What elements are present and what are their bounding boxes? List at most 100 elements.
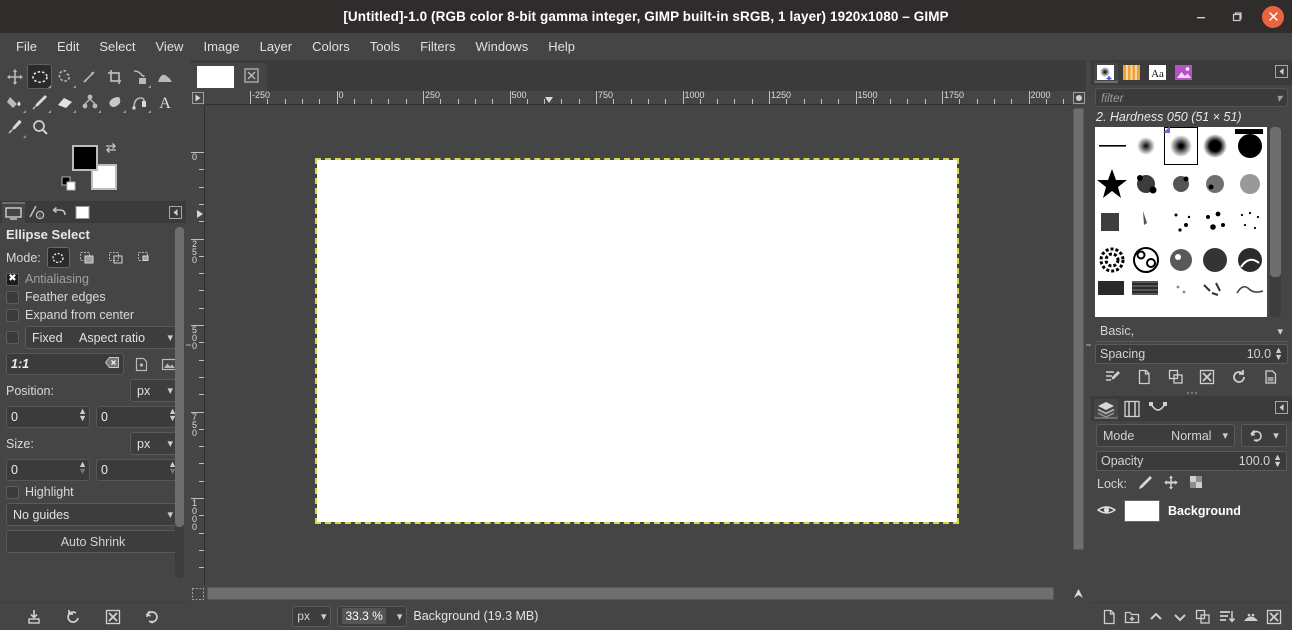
eraser-tool[interactable] bbox=[52, 89, 77, 114]
tab-images[interactable] bbox=[1172, 63, 1196, 83]
brush-cell[interactable] bbox=[1198, 241, 1232, 279]
lower-layer-icon[interactable] bbox=[1169, 606, 1191, 628]
image-tab[interactable] bbox=[191, 63, 267, 91]
opacity-stepper[interactable]: ▲ ▼ bbox=[1273, 453, 1282, 469]
ellipse-select-tool[interactable] bbox=[27, 64, 52, 89]
layer-list-item[interactable]: Background bbox=[1091, 496, 1292, 526]
brush-cell[interactable] bbox=[1129, 279, 1163, 317]
portrait-orientation-button[interactable] bbox=[130, 353, 152, 375]
duplicate-layer-icon[interactable] bbox=[1192, 606, 1214, 628]
tab-brushes[interactable] bbox=[1094, 62, 1118, 83]
menu-colors[interactable]: Colors bbox=[302, 36, 360, 57]
lock-alpha-icon[interactable] bbox=[1189, 475, 1205, 493]
tab-paths[interactable] bbox=[1146, 399, 1170, 419]
brush-cell[interactable] bbox=[1164, 203, 1198, 241]
reset-tool-options-icon[interactable] bbox=[141, 606, 163, 628]
vertical-ruler[interactable]: 0 250 500 750 1000 bbox=[191, 105, 205, 585]
smudge-tool[interactable] bbox=[102, 89, 127, 114]
brush-cell[interactable] bbox=[1233, 127, 1267, 165]
maximize-icon[interactable] bbox=[1226, 6, 1248, 28]
mode-replace-button[interactable] bbox=[46, 247, 70, 268]
transform-tool[interactable] bbox=[127, 64, 152, 89]
menu-view[interactable]: View bbox=[146, 36, 194, 57]
image-canvas[interactable] bbox=[315, 158, 959, 524]
spacing-stepper[interactable]: ▲ ▼ bbox=[1274, 346, 1283, 362]
new-layer-group-icon[interactable] bbox=[1121, 606, 1143, 628]
save-tool-preset-icon[interactable] bbox=[23, 606, 45, 628]
highlight-row[interactable]: Highlight bbox=[0, 483, 186, 501]
tab-device-status[interactable]: i bbox=[25, 202, 48, 223]
refresh-brushes-icon[interactable] bbox=[1228, 366, 1250, 388]
brush-spacing-slider[interactable]: Spacing 10.0 ▲ ▼ bbox=[1095, 344, 1288, 364]
brush-grid-scrollbar[interactable] bbox=[1270, 127, 1281, 317]
brush-cell[interactable] bbox=[1095, 165, 1129, 203]
brush-cell[interactable] bbox=[1164, 165, 1198, 203]
open-brush-as-image-icon[interactable] bbox=[1259, 366, 1281, 388]
chevron-down-icon[interactable]: ▾ bbox=[1276, 91, 1282, 105]
menu-help[interactable]: Help bbox=[538, 36, 585, 57]
brush-cell[interactable] bbox=[1233, 203, 1267, 241]
horizontal-ruler[interactable]: -250 0 250 500 750 1000 1250 1500 1750 2000 bbox=[205, 91, 1071, 105]
statusbar-unit-combo[interactable]: px ▾ bbox=[292, 605, 332, 627]
tab-layers[interactable] bbox=[1094, 398, 1118, 419]
menu-edit[interactable]: Edit bbox=[47, 36, 89, 57]
brush-cell[interactable] bbox=[1164, 279, 1198, 317]
free-select-tool[interactable] bbox=[52, 64, 77, 89]
brush-filter-input[interactable]: filter bbox=[1101, 91, 1124, 105]
highlight-checkbox[interactable] bbox=[6, 485, 19, 499]
foreground-color-swatch[interactable] bbox=[72, 145, 98, 171]
lock-pixels-icon[interactable] bbox=[1137, 475, 1153, 493]
paintbrush-tool[interactable] bbox=[27, 89, 52, 114]
close-tab-icon[interactable] bbox=[244, 68, 259, 86]
brush-cell[interactable] bbox=[1129, 241, 1163, 279]
zoom-tool[interactable] bbox=[27, 114, 52, 139]
brush-cell[interactable] bbox=[1129, 203, 1163, 241]
warp-transform-tool[interactable] bbox=[152, 64, 177, 89]
delete-tool-preset-icon[interactable] bbox=[102, 606, 124, 628]
layer-list-empty-area[interactable] bbox=[1091, 526, 1292, 602]
layer-mode-combo[interactable]: Mode Normal ▾ bbox=[1096, 424, 1235, 447]
auto-shrink-button[interactable]: Auto Shrink bbox=[6, 530, 180, 553]
clear-icon[interactable] bbox=[104, 357, 119, 371]
navigation-preview-button[interactable] bbox=[1071, 91, 1086, 105]
antialiasing-checkbox[interactable] bbox=[6, 272, 19, 286]
mode-add-button[interactable] bbox=[76, 247, 99, 268]
aspect-ratio-input[interactable]: 1:1 bbox=[6, 353, 124, 375]
menu-file[interactable]: File bbox=[6, 36, 47, 57]
position-unit-combo[interactable]: px ▾ bbox=[130, 379, 180, 402]
default-colors-icon[interactable] bbox=[61, 176, 77, 195]
brush-tag-filter[interactable]: Basic, ▾ bbox=[1095, 321, 1288, 342]
fixed-checkbox[interactable] bbox=[6, 331, 19, 344]
feather-edges-row[interactable]: Feather edges bbox=[0, 288, 186, 306]
duplicate-brush-icon[interactable] bbox=[1165, 366, 1187, 388]
canvas-viewport[interactable] bbox=[205, 105, 1071, 585]
brush-cell-selected[interactable] bbox=[1162, 127, 1199, 165]
mode-intersect-button[interactable] bbox=[134, 247, 157, 268]
layer-visibility-icon[interactable] bbox=[1096, 503, 1117, 520]
merge-down-icon[interactable] bbox=[1216, 606, 1238, 628]
menu-tools[interactable]: Tools bbox=[360, 36, 410, 57]
menu-windows[interactable]: Windows bbox=[465, 36, 538, 57]
raise-layer-icon[interactable] bbox=[1145, 606, 1167, 628]
layers-menu-icon[interactable] bbox=[1275, 401, 1288, 417]
color-picker-tool[interactable] bbox=[2, 114, 27, 139]
anchor-layer-icon[interactable] bbox=[1240, 606, 1262, 628]
brush-cell[interactable] bbox=[1233, 241, 1267, 279]
brushes-menu-icon[interactable] bbox=[1275, 65, 1288, 81]
canvas-horizontal-scrollbar[interactable] bbox=[205, 585, 1071, 602]
new-layer-icon[interactable] bbox=[1098, 606, 1120, 628]
text-tool[interactable]: A bbox=[152, 89, 177, 114]
tool-options-scrollbar[interactable] bbox=[175, 227, 184, 578]
mode-subtract-button[interactable] bbox=[105, 247, 128, 268]
brush-cell[interactable] bbox=[1198, 165, 1232, 203]
feather-edges-checkbox[interactable] bbox=[6, 290, 19, 304]
statusbar-zoom-combo[interactable]: 33.3 % ▾ bbox=[337, 605, 408, 627]
brush-filter-row[interactable]: filter ▾ bbox=[1095, 88, 1288, 107]
tab-undo-history[interactable] bbox=[48, 202, 71, 223]
quick-mask-toggle[interactable] bbox=[191, 585, 205, 602]
navigation-arrow-icon[interactable] bbox=[1071, 585, 1086, 602]
size-unit-combo[interactable]: px ▾ bbox=[130, 432, 180, 455]
delete-brush-icon[interactable] bbox=[1196, 366, 1218, 388]
restore-tool-preset-icon[interactable] bbox=[62, 606, 84, 628]
brush-cell[interactable] bbox=[1095, 203, 1129, 241]
